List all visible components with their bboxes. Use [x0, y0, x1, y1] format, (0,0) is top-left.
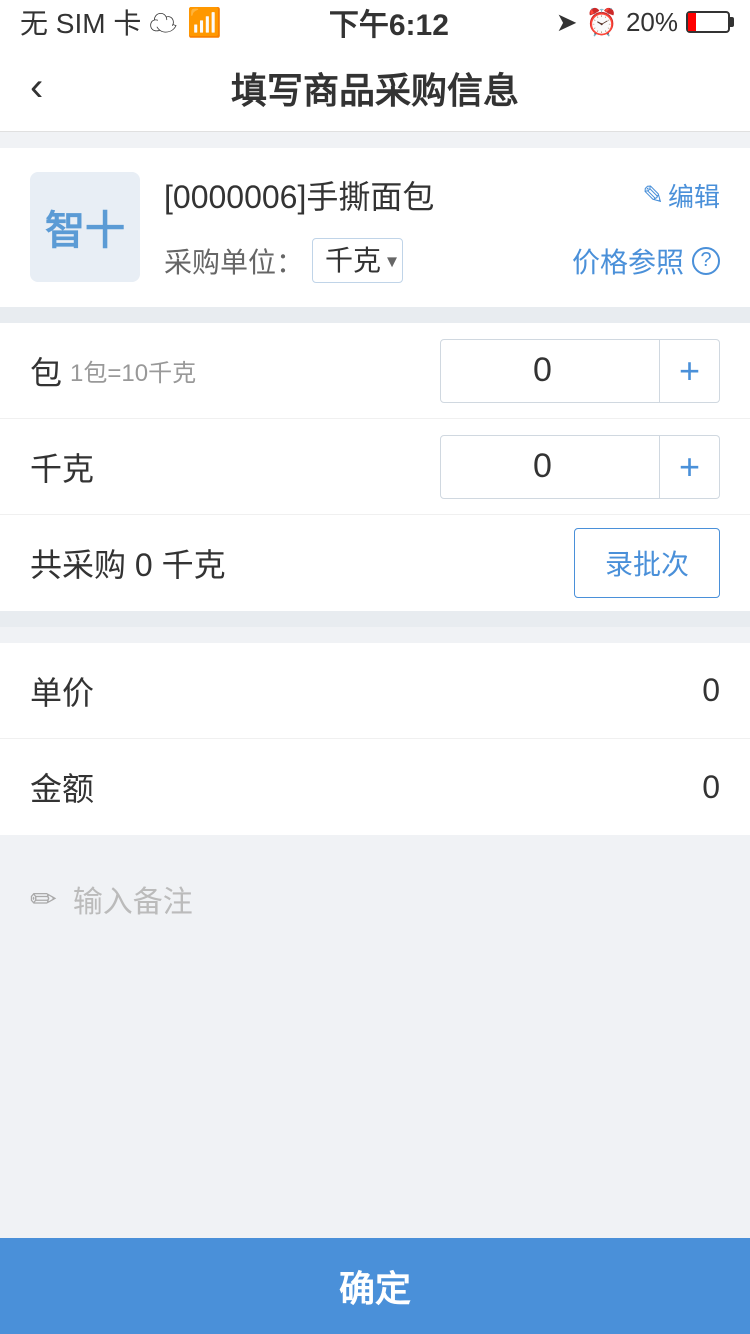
product-logo: 智十 — [45, 198, 125, 256]
summary-row: 共采购 0 千克 录批次 — [0, 515, 750, 611]
price-ref-label: 价格参照 — [572, 241, 684, 281]
no-sim-text: 无 SIM 卡 ☁ — [20, 2, 177, 42]
section-divider-2 — [0, 611, 750, 627]
wifi-icon: 📶 — [187, 6, 222, 39]
product-name: [0000006]手撕面包 — [164, 172, 434, 218]
bag-quantity-input[interactable] — [440, 339, 660, 403]
edit-button[interactable]: ✎ 编辑 — [642, 177, 720, 214]
location-icon: ➤ — [556, 7, 578, 38]
product-info: [0000006]手撕面包 ✎ 编辑 采购单位： 千克 包 价格参照 ? — [164, 172, 720, 283]
nav-bar: ‹ 填写商品采购信息 — [0, 44, 750, 132]
unit-price-label: 单价 — [30, 668, 94, 714]
unit-label: 采购单位： — [164, 241, 304, 281]
unit-row: 采购单位： 千克 包 价格参照 ? — [164, 238, 720, 283]
kg-label: 千克 — [30, 444, 94, 490]
status-time: 下午6:12 — [329, 0, 449, 44]
unit-price-row: 单价 0 — [0, 643, 750, 739]
section-divider-1 — [0, 307, 750, 323]
bag-plus-button[interactable]: + — [660, 339, 720, 403]
product-card: 智十 [0000006]手撕面包 ✎ 编辑 采购单位： 千克 包 价格参照 — [0, 148, 750, 307]
bag-input-row: 包 1包=10千克 + — [0, 323, 750, 419]
product-image: 智十 — [30, 172, 140, 282]
kg-plus-button[interactable]: + — [660, 435, 720, 499]
kg-input-right: + — [440, 435, 720, 499]
status-right: ➤ ⏰ 20% — [556, 7, 730, 38]
unit-select[interactable]: 千克 包 — [312, 238, 403, 283]
product-name-row: [0000006]手撕面包 ✎ 编辑 — [164, 172, 720, 218]
price-ref-button[interactable]: 价格参照 ? — [572, 241, 720, 281]
unit-select-wrap[interactable]: 千克 包 — [312, 238, 403, 283]
bag-input-right: + — [440, 339, 720, 403]
input-section: 包 1包=10千克 + 千克 + 共采购 0 千克 录批次 — [0, 323, 750, 611]
notes-placeholder: 输入备注 — [73, 877, 193, 921]
notes-icon: ✏ — [30, 880, 57, 918]
battery-percent: 20% — [626, 7, 678, 38]
alarm-icon: ⏰ — [586, 7, 618, 38]
back-button[interactable]: ‹ — [30, 65, 43, 110]
price-section: 单价 0 金额 0 — [0, 643, 750, 835]
status-bar: 无 SIM 卡 ☁ 📶 下午6:12 ➤ ⏰ 20% — [0, 0, 750, 44]
price-ref-icon: ? — [692, 247, 720, 275]
bag-label: 包 — [30, 348, 62, 394]
kg-input-row: 千克 + — [0, 419, 750, 515]
edit-icon: ✎ — [642, 180, 664, 211]
page-title: 填写商品采购信息 — [231, 62, 519, 114]
kg-quantity-input[interactable] — [440, 435, 660, 499]
summary-text: 共采购 0 千克 — [30, 540, 226, 586]
amount-label: 金额 — [30, 764, 94, 810]
notes-section[interactable]: ✏ 输入备注 — [0, 851, 750, 947]
confirm-button[interactable]: 确定 — [0, 1238, 750, 1334]
content-fill — [0, 947, 750, 1287]
status-left: 无 SIM 卡 ☁ 📶 — [20, 2, 222, 42]
amount-value: 0 — [702, 769, 720, 806]
amount-row: 金额 0 — [0, 739, 750, 835]
batch-button[interactable]: 录批次 — [574, 528, 720, 598]
unit-price-value: 0 — [702, 672, 720, 709]
edit-label: 编辑 — [668, 177, 720, 214]
battery-icon — [686, 11, 730, 33]
bag-sublabel: 1包=10千克 — [70, 353, 440, 388]
